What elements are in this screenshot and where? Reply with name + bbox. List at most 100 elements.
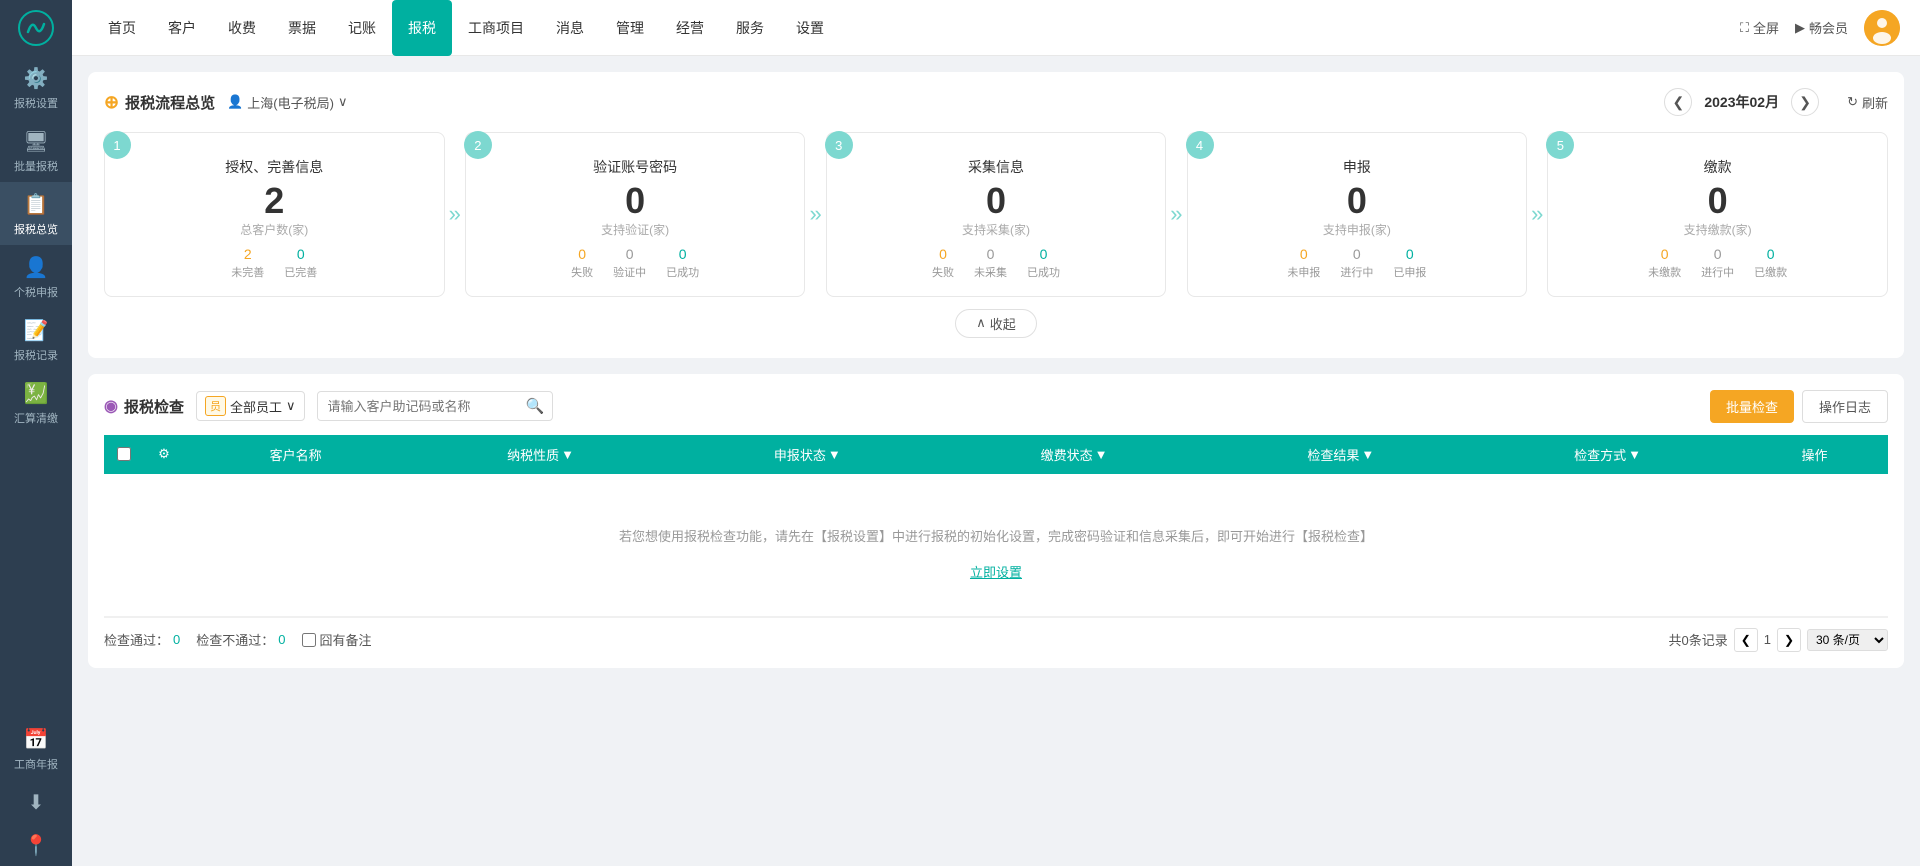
stat-item-yichenggong: 0 已成功 — [666, 246, 699, 280]
app-logo[interactable] — [0, 0, 72, 56]
th-customer-name: 客户名称 — [184, 435, 407, 474]
settings-icon: ⚙️ — [24, 66, 49, 91]
th-tax-nature: 纳税性质 ▼ — [407, 435, 674, 474]
remark-checkbox[interactable] — [302, 633, 316, 647]
pay-status-filter[interactable]: 缴费状态 ▼ — [1041, 445, 1108, 464]
nav-operations[interactable]: 经营 — [660, 0, 720, 56]
step-title-1: 授权、完善信息 — [121, 157, 428, 177]
has-remark: 囧有备注 — [302, 630, 372, 649]
check-circle-icon: ◉ — [104, 396, 118, 416]
step-subtitle-3: 支持采集(家) — [843, 221, 1150, 238]
step-title-3: 采集信息 — [843, 157, 1150, 177]
sidebar-item-location[interactable]: 📍 — [0, 823, 72, 866]
refresh-btn[interactable]: ↻ 刷新 — [1847, 93, 1888, 112]
stat-item-yishenbao: 0 已申报 — [1393, 246, 1426, 280]
operation-log-btn[interactable]: 操作日志 — [1802, 390, 1888, 423]
stat-item-weicaiji: 0 未采集 — [974, 246, 1007, 280]
annual-report-icon: 📅 — [24, 727, 49, 752]
nav-services[interactable]: 服务 — [720, 0, 780, 56]
check-method-filter[interactable]: 检查方式 ▼ — [1574, 445, 1641, 464]
tax-nature-filter[interactable]: 纳税性质 ▼ — [507, 445, 574, 464]
fail-count-link[interactable]: 0 — [278, 632, 285, 647]
next-page-btn[interactable]: ❯ — [1777, 628, 1801, 652]
search-input[interactable] — [318, 394, 518, 419]
stat-item-weishenbao: 0 未申报 — [1287, 246, 1320, 280]
sidebar-item-piliangshuibao[interactable]: 🖥 批量报税 — [0, 119, 72, 182]
nav-items: 首页 客户 收费 票据 记账 报税 工商项目 消息 管理 经营 服务 设置 — [92, 0, 1740, 56]
step-stats-1: 2 未完善 0 已完善 — [121, 246, 428, 280]
current-page: 1 — [1764, 632, 1771, 647]
step-count-3: 0 — [843, 181, 1150, 221]
nav-bookkeeping[interactable]: 记账 — [332, 0, 392, 56]
column-settings-icon[interactable]: ⚙ — [158, 446, 170, 461]
user-avatar[interactable] — [1864, 10, 1900, 46]
nav-customer[interactable]: 客户 — [152, 0, 212, 56]
step-arrow-3: » — [1166, 201, 1186, 227]
check-right: 批量检查 操作日志 — [1710, 390, 1888, 423]
fullscreen-btn[interactable]: ⛶ 全屏 — [1740, 18, 1779, 37]
filter-icon-3: ▼ — [1095, 447, 1108, 462]
select-all-checkbox[interactable] — [117, 447, 131, 461]
nav-charges[interactable]: 收费 — [212, 0, 272, 56]
step-stats-4: 0 未申报 0 进行中 0 已申报 — [1204, 246, 1511, 280]
fullscreen-icon: ⛶ — [1740, 20, 1749, 36]
employee-tag: 员 — [205, 396, 226, 416]
stat-item-yichenggong3: 0 已成功 — [1027, 246, 1060, 280]
sidebar-item-baoshuiluji[interactable]: 📝 报税记录 — [0, 308, 72, 371]
th-operation: 操作 — [1741, 435, 1888, 474]
nav-settings[interactable]: 设置 — [780, 0, 840, 56]
step-title-4: 申报 — [1204, 157, 1511, 177]
location-icon: 📍 — [24, 833, 49, 858]
check-result-filter[interactable]: 检查结果 ▼ — [1307, 445, 1374, 464]
stat-label-weiwanshan: 未完善 — [231, 264, 264, 280]
th-pay-status: 缴费状态 ▼ — [941, 435, 1208, 474]
collapse-up-icon: ∧ — [976, 315, 986, 331]
sidebar-item-gerenshenbao[interactable]: 👤 个税申报 — [0, 245, 72, 308]
step-title-2: 验证账号密码 — [482, 157, 789, 177]
step-arrow-1: » — [445, 201, 465, 227]
check-header: ◉ 报税检查 员 全部员工 ∨ 🔍 批量检查 操作日志 — [104, 390, 1888, 423]
filter-icon: ▼ — [561, 447, 574, 462]
flow-step-5: 5 缴款 0 支持缴款(家) 0 未缴款 0 进行中 — [1547, 132, 1888, 297]
search-btn[interactable]: 🔍 — [518, 392, 553, 420]
employee-filter[interactable]: 员 全部员工 ∨ — [196, 391, 305, 421]
location-tag[interactable]: 👤 上海(电子税局) ∨ — [227, 93, 347, 112]
location-person-icon: 👤 — [227, 94, 243, 110]
nav-business[interactable]: 工商项目 — [452, 0, 540, 56]
th-declare-status: 申报状态 ▼ — [674, 435, 941, 474]
nav-home[interactable]: 首页 — [92, 0, 152, 56]
flow-overview-card: ⊕ 报税流程总览 👤 上海(电子税局) ∨ ❮ 2023年02月 ❯ ↻ 刷新 — [88, 72, 1904, 358]
step-arrow-4: » — [1527, 201, 1547, 227]
flow-step-4: 4 申报 0 支持申报(家) 0 未申报 0 进行中 — [1187, 132, 1528, 297]
step-number-5: 5 — [1546, 131, 1574, 159]
nav-messages[interactable]: 消息 — [540, 0, 600, 56]
per-page-select[interactable]: 30 条/页50 条/页100 条/页 — [1807, 629, 1888, 651]
pass-count-link[interactable]: 0 — [173, 632, 180, 647]
member-btn[interactable]: ▶ 畅会员 — [1795, 18, 1848, 37]
sidebar-item-download[interactable]: ⬇ — [0, 780, 72, 823]
sidebar-item-huisuanqingjiao[interactable]: 💹 汇算清缴 — [0, 371, 72, 434]
flow-title: ⊕ 报税流程总览 — [104, 92, 215, 113]
sidebar-item-baoshuizonglan[interactable]: 📋 报税总览 — [0, 182, 72, 245]
next-month-btn[interactable]: ❯ — [1791, 88, 1819, 116]
declare-status-filter[interactable]: 申报状态 ▼ — [774, 445, 841, 464]
prev-month-btn[interactable]: ❮ — [1664, 88, 1692, 116]
collapse-btn[interactable]: ∧ 收起 — [955, 309, 1037, 338]
nav-tax[interactable]: 报税 — [392, 0, 452, 56]
personal-icon: 👤 — [24, 255, 49, 280]
setup-link[interactable]: 立即设置 — [970, 565, 1022, 580]
batch-tax-icon: 🖥 — [23, 129, 48, 154]
pagination: 共0条记录 ❮ 1 ❯ 30 条/页50 条/页100 条/页 — [1669, 628, 1888, 652]
prev-page-btn[interactable]: ❮ — [1734, 628, 1758, 652]
flow-steps: 1 授权、完善信息 2 总客户数(家) 2 未完善 0 已完善 — [104, 132, 1888, 297]
main-area: 首页 客户 收费 票据 记账 报税 工商项目 消息 管理 经营 服务 设置 ⛶ … — [72, 0, 1920, 866]
stat-item-weiwanshan: 2 未完善 — [231, 246, 264, 280]
filter-icon-4: ▼ — [1361, 447, 1374, 462]
settlement-icon: 💹 — [24, 381, 49, 406]
nav-management[interactable]: 管理 — [600, 0, 660, 56]
nav-invoices[interactable]: 票据 — [272, 0, 332, 56]
sidebar-item-baoshuishezhi[interactable]: ⚙️ 报税设置 — [0, 56, 72, 119]
sidebar-item-gongshangnianba[interactable]: 📅 工商年报 — [0, 717, 72, 780]
batch-check-btn[interactable]: 批量检查 — [1710, 390, 1794, 423]
step-subtitle-5: 支持缴款(家) — [1564, 221, 1871, 238]
